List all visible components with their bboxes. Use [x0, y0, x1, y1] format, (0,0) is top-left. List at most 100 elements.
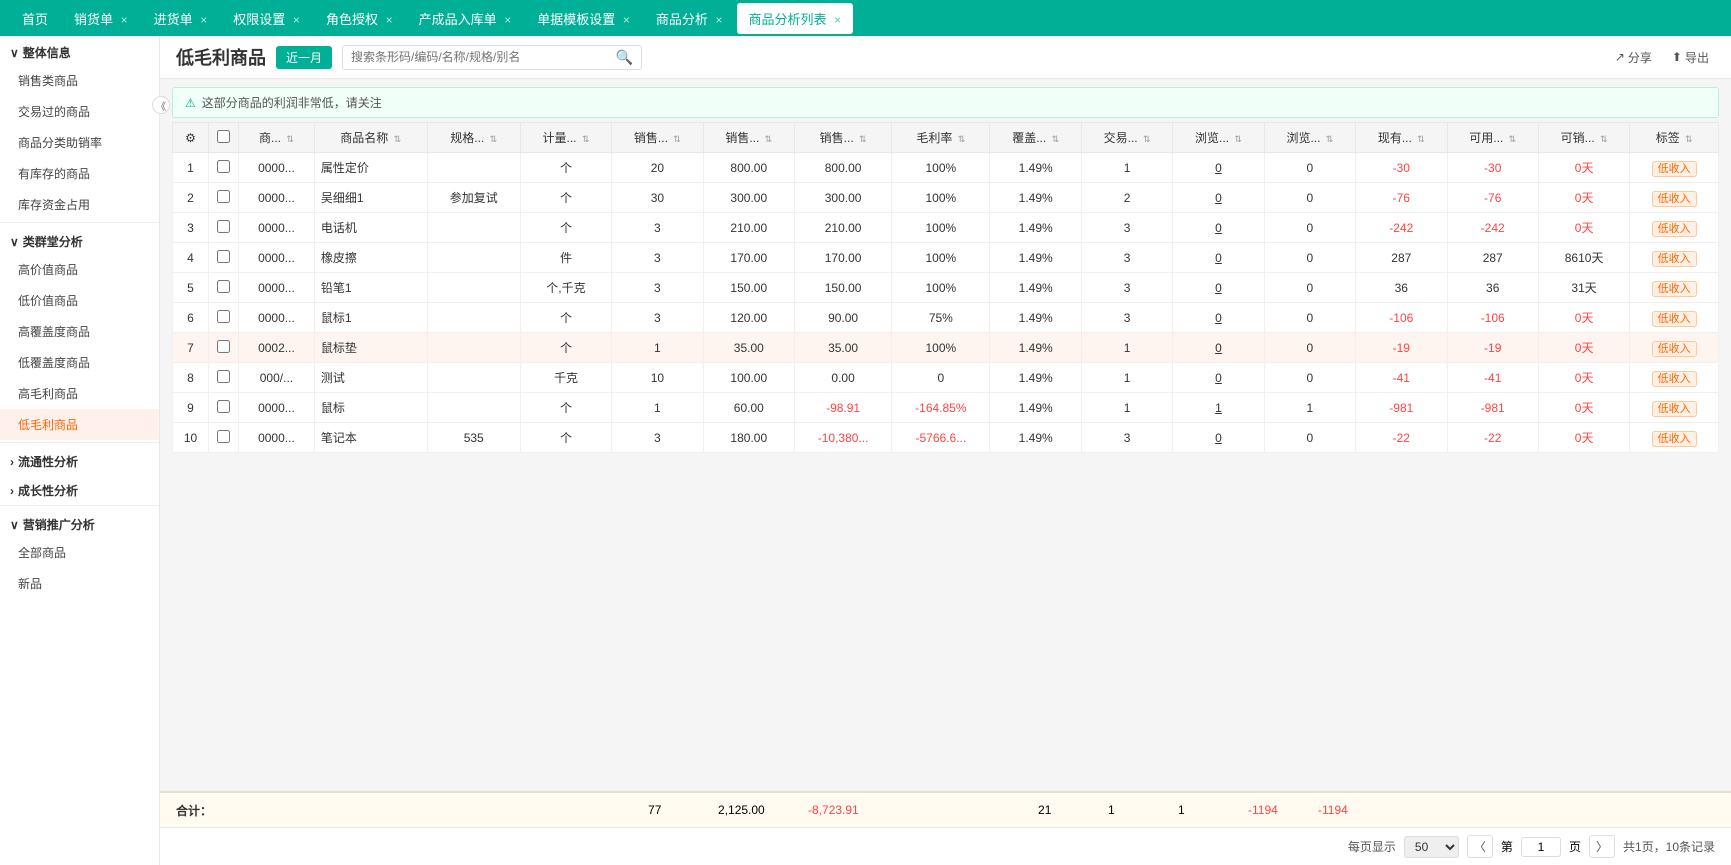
cell-browse1[interactable]: 0: [1173, 333, 1264, 363]
cell-sales-price: 60.00: [703, 393, 794, 423]
sidebar-item-stock-capital[interactable]: 库存资金占用: [0, 189, 159, 220]
col-header-sales-profit[interactable]: 销售... ⇅: [794, 123, 891, 153]
cell-browse2: 0: [1264, 303, 1355, 333]
select-all-checkbox[interactable]: [217, 130, 230, 143]
row-checkbox[interactable]: [217, 160, 230, 173]
cell-browse1[interactable]: 0: [1173, 213, 1264, 243]
sidebar-group-cluster[interactable]: ∨ 类群堂分析: [0, 225, 159, 254]
page-number-input[interactable]: [1521, 837, 1561, 857]
col-header-unit[interactable]: 计量... ⇅: [520, 123, 611, 153]
sidebar-item-low-profit[interactable]: 低毛利商品: [0, 409, 159, 440]
sidebar-item-all-products[interactable]: 全部商品: [0, 537, 159, 568]
row-checkbox[interactable]: [217, 250, 230, 263]
row-checkbox[interactable]: [217, 430, 230, 443]
sidebar-collapse-button[interactable]: 《: [152, 96, 170, 114]
cell-sales-price: 210.00: [703, 213, 794, 243]
cell-browse1[interactable]: 0: [1173, 153, 1264, 183]
col-header-code[interactable]: 商... ⇅: [239, 123, 315, 153]
cell-browse1[interactable]: 1: [1173, 393, 1264, 423]
cell-sales-qty: 1: [612, 333, 703, 363]
nav-product-analysis-list[interactable]: 商品分析列表 ×: [737, 3, 854, 34]
nav-home[interactable]: 首页: [10, 3, 60, 34]
search-icon[interactable]: 🔍: [616, 49, 633, 66]
col-header-saleable[interactable]: 可销... ⇅: [1538, 123, 1629, 153]
footer-current: -1194: [1248, 803, 1308, 817]
cell-available: -106: [1447, 303, 1538, 333]
cell-checkbox[interactable]: [209, 273, 239, 303]
cell-tag: 低收入: [1630, 153, 1719, 183]
cell-checkbox[interactable]: [209, 363, 239, 393]
row-checkbox[interactable]: [217, 220, 230, 233]
sidebar-group-flow[interactable]: › 流通性分析: [0, 445, 159, 474]
sidebar-item-stock-products[interactable]: 有库存的商品: [0, 158, 159, 189]
next-page-button[interactable]: 〉: [1589, 835, 1615, 858]
sidebar-item-traded-products[interactable]: 交易过的商品: [0, 96, 159, 127]
col-header-sales-price[interactable]: 销售... ⇅: [703, 123, 794, 153]
sidebar-group-growth[interactable]: › 成长性分析: [0, 474, 159, 503]
cell-tag: 低收入: [1630, 393, 1719, 423]
row-checkbox[interactable]: [217, 310, 230, 323]
sidebar-item-low-value[interactable]: 低价值商品: [0, 285, 159, 316]
cell-browse1[interactable]: 0: [1173, 243, 1264, 273]
cell-checkbox[interactable]: [209, 213, 239, 243]
sidebar-group-marketing[interactable]: ∨ 营销推广分析: [0, 508, 159, 537]
sidebar-item-high-coverage[interactable]: 高覆盖度商品: [0, 316, 159, 347]
nav-purchase-order[interactable]: 进货单 ×: [142, 3, 220, 34]
nav-role-auth[interactable]: 角色授权 ×: [314, 3, 405, 34]
nav-permission[interactable]: 权限设置 ×: [221, 3, 312, 34]
col-header-browse2[interactable]: 浏览... ⇅: [1264, 123, 1355, 153]
export-button[interactable]: ⬆ 导出: [1666, 46, 1715, 69]
col-header-tag[interactable]: 标签 ⇅: [1630, 123, 1719, 153]
cell-gross-rate: 0: [892, 363, 990, 393]
cell-current: 36: [1356, 273, 1447, 303]
row-checkbox[interactable]: [217, 400, 230, 413]
col-header-spec[interactable]: 规格... ⇅: [427, 123, 520, 153]
cell-sales-profit: 170.00: [794, 243, 891, 273]
col-header-available[interactable]: 可用... ⇅: [1447, 123, 1538, 153]
nav-template-settings[interactable]: 单据模板设置 ×: [525, 3, 642, 34]
cell-checkbox[interactable]: [209, 183, 239, 213]
cell-browse1[interactable]: 0: [1173, 423, 1264, 453]
col-header-transaction[interactable]: 交易... ⇅: [1081, 123, 1172, 153]
cell-browse1[interactable]: 0: [1173, 303, 1264, 333]
sidebar-item-sales-products[interactable]: 销售类商品: [0, 65, 159, 96]
col-header-current[interactable]: 现有... ⇅: [1356, 123, 1447, 153]
col-header-sales-qty[interactable]: 销售... ⇅: [612, 123, 703, 153]
cell-checkbox[interactable]: [209, 393, 239, 423]
page-title: 低毛利商品: [176, 44, 266, 70]
cell-browse1[interactable]: 0: [1173, 183, 1264, 213]
date-filter-button[interactable]: 近一月: [276, 46, 332, 69]
cell-checkbox[interactable]: [209, 303, 239, 333]
col-header-name[interactable]: 商品名称 ⇅: [314, 123, 427, 153]
cell-browse1[interactable]: 0: [1173, 273, 1264, 303]
col-header-checkbox[interactable]: [209, 123, 239, 153]
cell-checkbox[interactable]: [209, 153, 239, 183]
sidebar-item-new-products[interactable]: 新品: [0, 568, 159, 599]
cell-settings: 4: [173, 243, 209, 273]
sidebar-group-overall[interactable]: ∨ 整体信息: [0, 36, 159, 65]
cell-transaction: 3: [1081, 303, 1172, 333]
search-input[interactable]: [351, 50, 616, 64]
cell-checkbox[interactable]: [209, 333, 239, 363]
col-header-browse1[interactable]: 浏览... ⇅: [1173, 123, 1264, 153]
cell-checkbox[interactable]: [209, 243, 239, 273]
row-checkbox[interactable]: [217, 190, 230, 203]
row-checkbox[interactable]: [217, 340, 230, 353]
nav-product-entry[interactable]: 产成品入库单 ×: [407, 3, 524, 34]
nav-product-analysis[interactable]: 商品分析 ×: [644, 3, 735, 34]
row-checkbox[interactable]: [217, 280, 230, 293]
col-header-settings[interactable]: ⚙: [173, 123, 209, 153]
prev-page-button[interactable]: 〈: [1467, 835, 1493, 858]
col-header-gross-rate[interactable]: 毛利率 ⇅: [892, 123, 990, 153]
col-header-coverage[interactable]: 覆盖... ⇅: [990, 123, 1081, 153]
row-checkbox[interactable]: [217, 370, 230, 383]
per-page-select[interactable]: 50 100 200: [1404, 836, 1459, 858]
cell-browse1[interactable]: 0: [1173, 363, 1264, 393]
nav-sales-order[interactable]: 销货单 ×: [62, 3, 140, 34]
sidebar-item-category-rate[interactable]: 商品分类助销率: [0, 127, 159, 158]
sidebar-item-high-profit[interactable]: 高毛利商品: [0, 378, 159, 409]
cell-checkbox[interactable]: [209, 423, 239, 453]
sidebar-item-high-value[interactable]: 高价值商品: [0, 254, 159, 285]
share-button[interactable]: ↗ 分享: [1609, 46, 1658, 69]
sidebar-item-low-coverage[interactable]: 低覆盖度商品: [0, 347, 159, 378]
